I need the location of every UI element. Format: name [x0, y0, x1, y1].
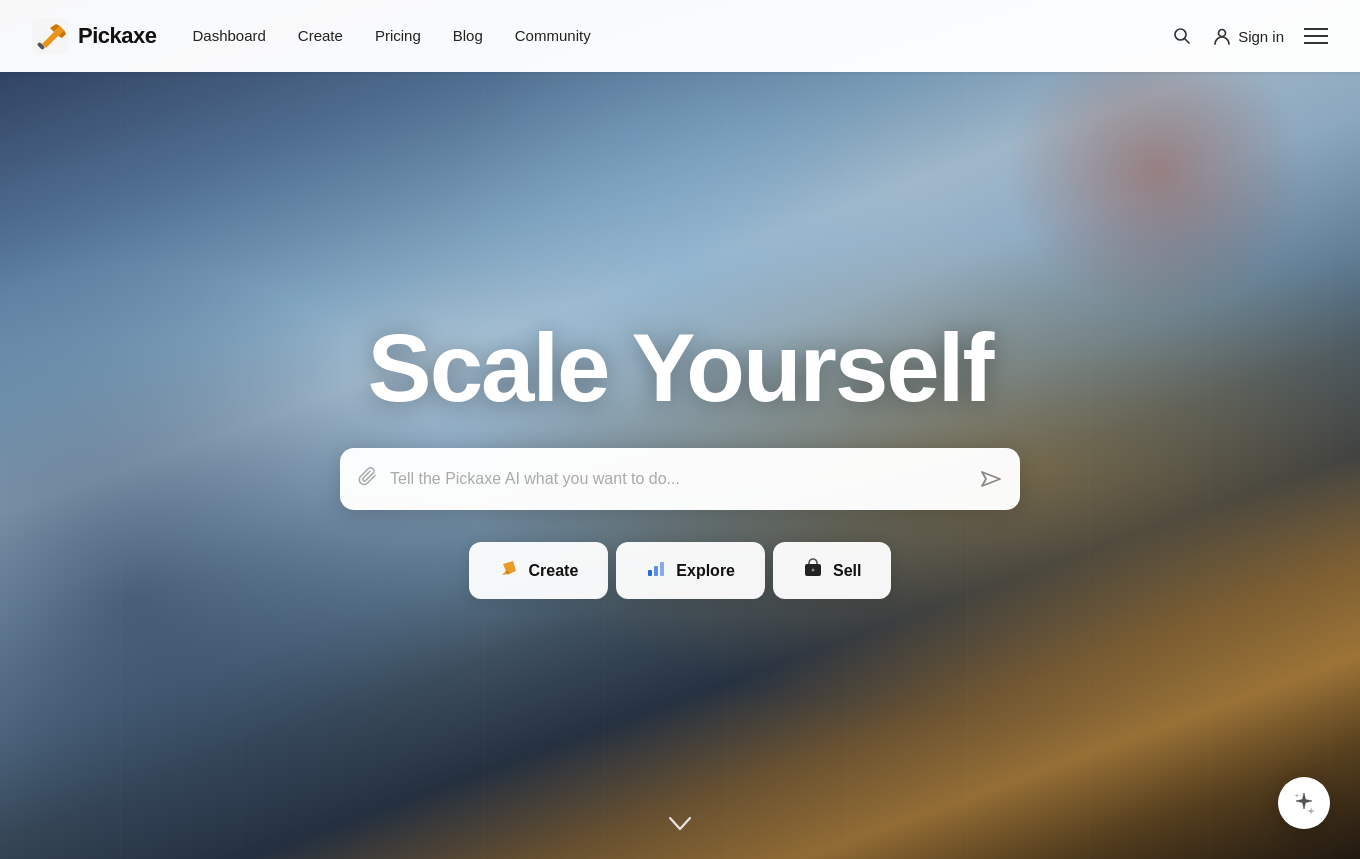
nav-link-pricing[interactable]: Pricing — [375, 27, 421, 44]
create-label: Create — [529, 562, 579, 580]
nav-link-community[interactable]: Community — [515, 27, 591, 44]
nav-link-dashboard[interactable]: Dashboard — [192, 27, 265, 44]
nav-item-blog[interactable]: Blog — [453, 27, 483, 45]
sparkle-icon — [1292, 791, 1316, 815]
nav-link-blog[interactable]: Blog — [453, 27, 483, 44]
paperclip-icon — [358, 467, 378, 492]
nav-item-pricing[interactable]: Pricing — [375, 27, 421, 45]
sell-icon — [803, 558, 823, 583]
nav-links: Dashboard Create Pricing Blog Community — [192, 27, 590, 45]
svg-point-12 — [812, 569, 815, 572]
nav-item-community[interactable]: Community — [515, 27, 591, 45]
explore-button[interactable]: Explore — [616, 542, 765, 599]
hero-content: Scale Yourself — [0, 260, 1360, 599]
nav-left: Pickaxe Dashboard Create Pricing Blog Co… — [32, 18, 591, 54]
logo-link[interactable]: Pickaxe — [32, 18, 156, 54]
ai-prompt-input[interactable] — [390, 470, 968, 488]
create-icon — [499, 558, 519, 583]
explore-icon — [646, 558, 666, 583]
logo-icon — [32, 18, 68, 54]
nav-link-create[interactable]: Create — [298, 27, 343, 44]
svg-rect-8 — [648, 570, 652, 576]
hero-section: Scale Yourself — [0, 0, 1360, 859]
navbar: Pickaxe Dashboard Create Pricing Blog Co… — [0, 0, 1360, 72]
search-bar — [340, 448, 1020, 510]
fab-assistant-button[interactable] — [1278, 777, 1330, 829]
explore-label: Explore — [676, 562, 735, 580]
svg-point-4 — [1219, 30, 1226, 37]
svg-rect-10 — [660, 562, 664, 576]
hamburger-icon — [1304, 27, 1328, 45]
nav-right: Sign in — [1172, 26, 1328, 46]
hero-title: Scale Yourself — [368, 320, 993, 416]
sign-in-button[interactable]: Sign in — [1212, 26, 1284, 46]
sign-in-label: Sign in — [1238, 28, 1284, 45]
search-button[interactable] — [1172, 26, 1192, 46]
nav-item-dashboard[interactable]: Dashboard — [192, 27, 265, 45]
brand-name: Pickaxe — [78, 23, 156, 49]
user-icon — [1212, 26, 1232, 46]
svg-rect-9 — [654, 566, 658, 576]
nav-item-create[interactable]: Create — [298, 27, 343, 45]
search-submit-button[interactable] — [980, 468, 1002, 490]
create-button[interactable]: Create — [469, 542, 609, 599]
hero-action-buttons: Create Explore — [469, 542, 892, 599]
scroll-down-indicator[interactable] — [669, 811, 691, 837]
hamburger-menu-button[interactable] — [1304, 27, 1328, 45]
sell-button[interactable]: Sell — [773, 542, 891, 599]
send-icon — [980, 468, 1002, 490]
sell-label: Sell — [833, 562, 861, 580]
svg-line-3 — [1185, 39, 1190, 44]
search-icon — [1172, 26, 1192, 46]
